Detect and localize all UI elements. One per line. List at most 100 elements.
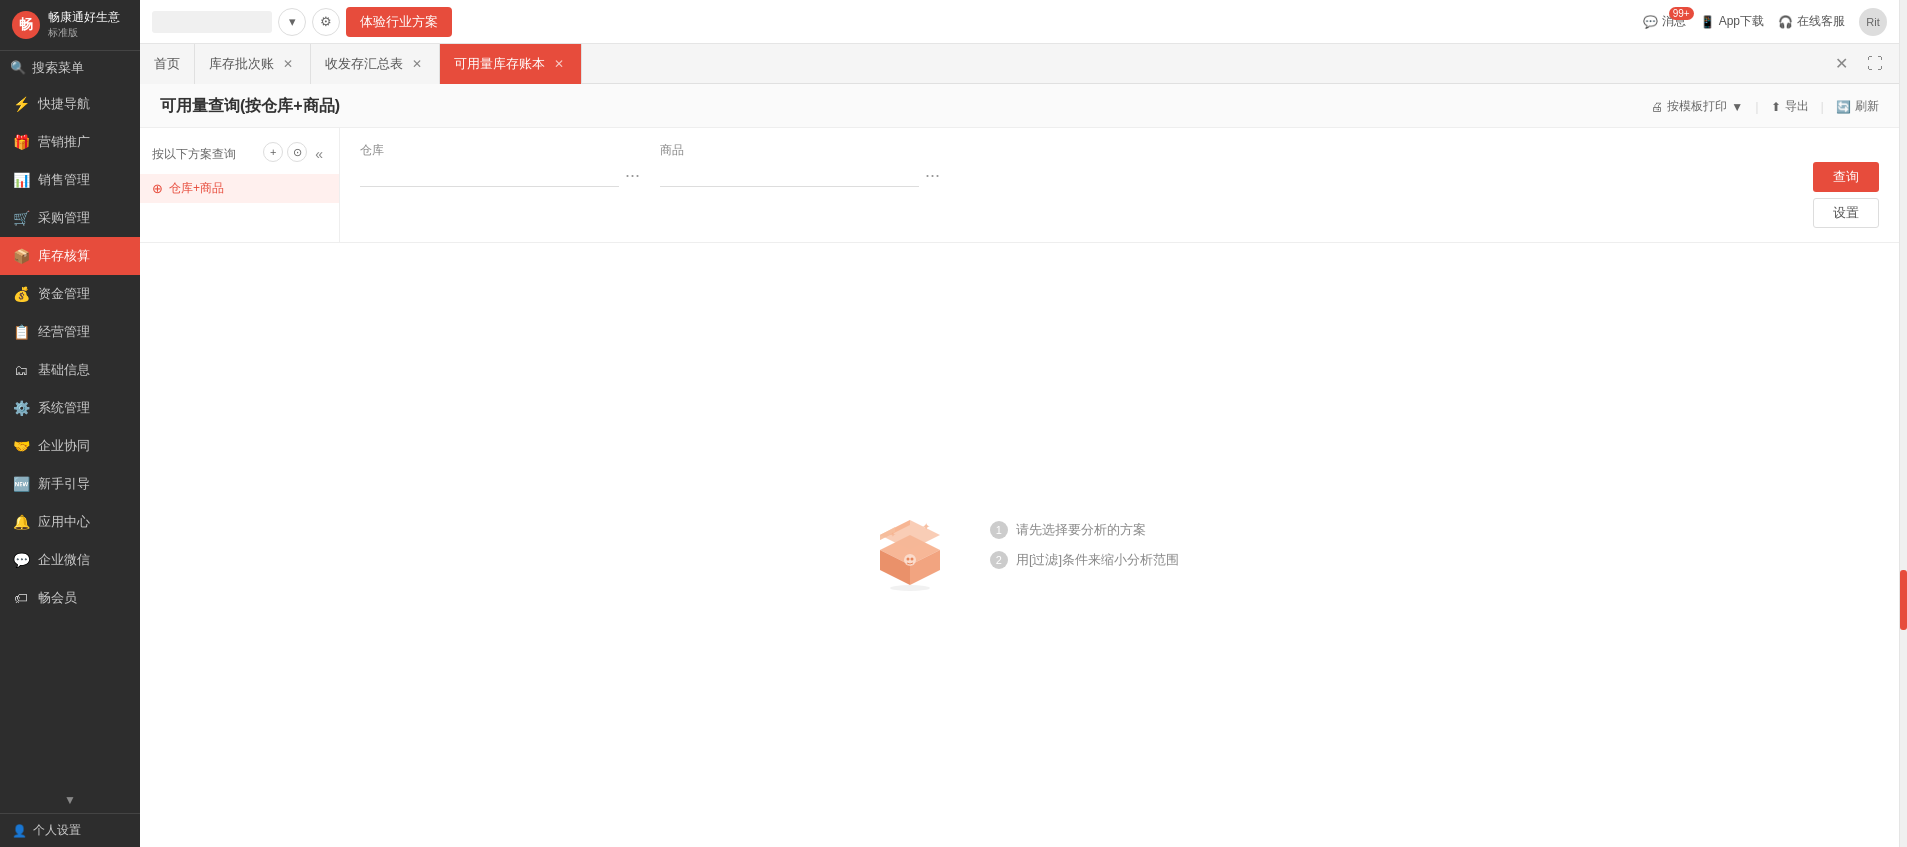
print-template-btn[interactable]: 🖨 按模板打印 ▼ [1651,98,1743,115]
empty-tip-2: 2 用[过滤]条件来缩小分析范围 [990,551,1179,569]
filter-area: 按以下方案查询 + ⊙ « ⊕ 仓库+商品 仓库 [140,128,1899,243]
query-btn[interactable]: 查询 [1813,162,1879,192]
refresh-label: 刷新 [1855,98,1879,115]
top-header: ▾ ⚙ 体验行业方案 💬 消息 99+ 📱 App下载 🎧 在线客服 Rit [140,0,1899,44]
refresh-btn[interactable]: 🔄 刷新 [1836,98,1879,115]
scrollbar-thumb [1900,570,1907,630]
product-more-btn[interactable]: ··· [925,165,940,186]
empty-tip-1: 1 请先选择要分析的方案 [990,521,1179,539]
sales-icon: 📊 [12,172,30,188]
breadcrumb-input[interactable] [152,11,272,33]
filter-scheme-actions: + ⊙ « [263,142,327,166]
svg-point-9 [890,585,930,591]
finance-icon: 💰 [12,286,30,302]
sidebar-item-apps[interactable]: 🔔 应用中心 [0,503,140,541]
page-actions: 🖨 按模板打印 ▼ | ⬆ 导出 | 🔄 刷新 [1651,98,1879,115]
app-download-label: App下载 [1719,13,1764,30]
online-service-item[interactable]: 🎧 在线客服 [1778,13,1845,30]
search-menu-label: 搜索菜单 [32,59,84,77]
add-scheme-btn[interactable]: + [263,142,283,162]
tab-close-all-btn[interactable]: ✕ [1827,50,1855,78]
separator-1: | [1755,99,1758,114]
tab-home[interactable]: 首页 [140,44,195,84]
sidebar-item-label: 快捷导航 [38,95,90,113]
wechat-icon: 💬 [12,552,30,568]
online-service-label: 在线客服 [1797,13,1845,30]
tip-text-2: 用[过滤]条件来缩小分析范围 [1016,551,1179,569]
tab-receipt-summary-close[interactable]: ✕ [409,56,425,72]
sidebar-item-inventory[interactable]: 📦 库存核算 [0,237,140,275]
export-icon: ⬆ [1771,100,1781,114]
svg-point-7 [906,558,909,561]
header-left: ▾ ⚙ 体验行业方案 [152,7,1635,37]
export-btn[interactable]: ⬆ 导出 [1771,98,1809,115]
sidebar-item-label: 系统管理 [38,399,90,417]
sidebar-item-purchase[interactable]: 🛒 采购管理 [0,199,140,237]
sidebar-item-enterprise[interactable]: 🤝 企业协同 [0,427,140,465]
scheme-icon: ⊕ [152,181,163,196]
svg-text:✦: ✦ [890,531,896,538]
scheme-warehouse-product[interactable]: ⊕ 仓库+商品 [140,174,339,203]
headset-icon: 🎧 [1778,15,1793,29]
filter-actions: 查询 设置 [1813,142,1879,228]
warehouse-input[interactable] [360,163,619,187]
warehouse-more-btn[interactable]: ··· [625,165,640,186]
sidebar-item-system[interactable]: ⚙️ 系统管理 [0,389,140,427]
app-icon: 畅 [12,11,40,39]
export-label: 导出 [1785,98,1809,115]
search-icon: 🔍 [10,60,26,75]
right-scrollbar[interactable] [1899,0,1907,847]
collapse-filter-btn[interactable]: « [311,142,327,166]
shortcut-icon: ⚡ [12,96,30,112]
sidebar-item-wechat[interactable]: 💬 企业微信 [0,541,140,579]
sidebar-user-settings[interactable]: 👤 个人设置 [0,813,140,847]
sidebar-item-label: 采购管理 [38,209,90,227]
filter-settings-btn[interactable]: 设置 [1813,198,1879,228]
app-download-item[interactable]: 📱 App下载 [1700,13,1764,30]
filter-form: 仓库 ··· 商品 ··· 查询 设置 [340,128,1899,242]
tab-receipt-summary[interactable]: 收发存汇总表 ✕ [311,44,440,84]
user-avatar[interactable]: Rit [1859,8,1887,36]
sidebar-item-label: 营销推广 [38,133,90,151]
filter-schemes: 按以下方案查询 + ⊙ « ⊕ 仓库+商品 [140,128,340,242]
tab-maximize-btn[interactable]: ⛶ [1861,50,1889,78]
header-settings-btn[interactable]: ⚙ [312,8,340,36]
trial-industry-btn[interactable]: 体验行业方案 [346,7,452,37]
tab-batch-account-label: 库存批次账 [209,55,274,73]
tab-available-inventory-close[interactable]: ✕ [551,56,567,72]
empty-tips: 1 请先选择要分析的方案 2 用[过滤]条件来缩小分析范围 [990,521,1179,569]
tab-home-label: 首页 [154,55,180,73]
sidebar-item-guide[interactable]: 🆕 新手引导 [0,465,140,503]
sidebar-search-menu[interactable]: 🔍 搜索菜单 [0,51,140,85]
sidebar-item-label: 资金管理 [38,285,90,303]
messages-item[interactable]: 💬 消息 99+ [1643,13,1686,30]
sidebar-item-marketing[interactable]: 🎁 营销推广 [0,123,140,161]
app-version: 标准版 [48,26,120,40]
app-name: 畅康通好生意 [48,10,120,26]
sidebar-item-shortcut[interactable]: ⚡ 快捷导航 [0,85,140,123]
main-area: ▾ ⚙ 体验行业方案 💬 消息 99+ 📱 App下载 🎧 在线客服 Rit [140,0,1899,847]
tab-batch-account[interactable]: 库存批次账 ✕ [195,44,311,84]
tab-available-inventory[interactable]: 可用量库存账本 ✕ [440,44,582,84]
sidebar-item-member[interactable]: 🏷 畅会员 [0,579,140,617]
sidebar-item-operation[interactable]: 📋 经营管理 [0,313,140,351]
sidebar-item-label: 畅会员 [38,589,77,607]
sidebar-item-basic[interactable]: 🗂 基础信息 [0,351,140,389]
sidebar-item-label: 企业微信 [38,551,90,569]
sidebar-item-label: 新手引导 [38,475,90,493]
sidebar-item-label: 经营管理 [38,323,90,341]
tab-batch-account-close[interactable]: ✕ [280,56,296,72]
sidebar-scroll-down[interactable]: ▼ [0,787,140,813]
tip-num-1: 1 [990,521,1008,539]
product-input[interactable] [660,163,919,187]
header-dropdown-btn[interactable]: ▾ [278,8,306,36]
header-right: 💬 消息 99+ 📱 App下载 🎧 在线客服 Rit [1643,8,1887,36]
warehouse-filter-group: 仓库 ··· [360,142,640,187]
svg-point-8 [910,558,913,561]
tip-num-2: 2 [990,551,1008,569]
settings-scheme-btn[interactable]: ⊙ [287,142,307,162]
member-icon: 🏷 [12,590,30,606]
schemes-header-label: 按以下方案查询 [152,146,236,163]
sidebar-item-finance[interactable]: 💰 资金管理 [0,275,140,313]
sidebar-item-sales[interactable]: 📊 销售管理 [0,161,140,199]
